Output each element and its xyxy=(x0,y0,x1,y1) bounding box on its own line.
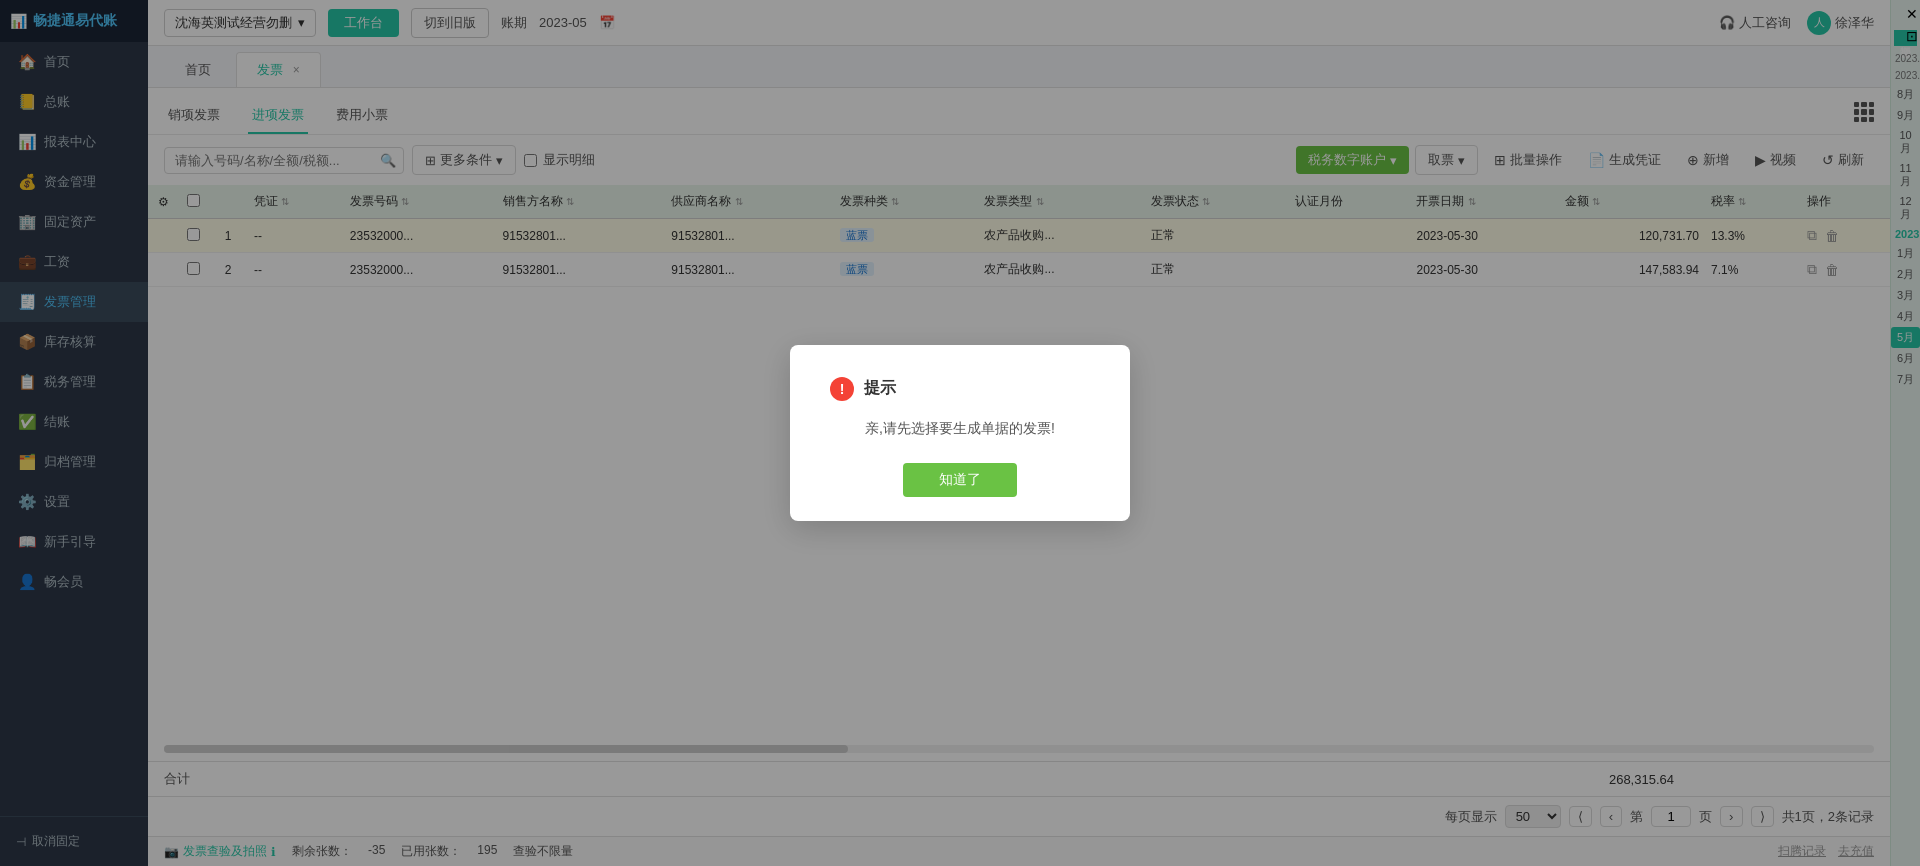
modal-ok-button[interactable]: 知道了 xyxy=(903,463,1017,497)
modal-overlay: ! 提示 亲,请先选择要生成单据的发票! 知道了 xyxy=(0,0,1920,866)
warning-char: ! xyxy=(840,381,845,397)
modal-body: 亲,请先选择要生成单据的发票! xyxy=(865,417,1055,439)
modal-box: ! 提示 亲,请先选择要生成单据的发票! 知道了 xyxy=(790,345,1130,521)
modal-header: ! 提示 xyxy=(830,377,896,401)
modal-message: 亲,请先选择要生成单据的发票! xyxy=(865,420,1055,436)
warning-icon: ! xyxy=(830,377,854,401)
modal-footer: 知道了 xyxy=(903,463,1017,497)
modal-title: 提示 xyxy=(864,378,896,399)
